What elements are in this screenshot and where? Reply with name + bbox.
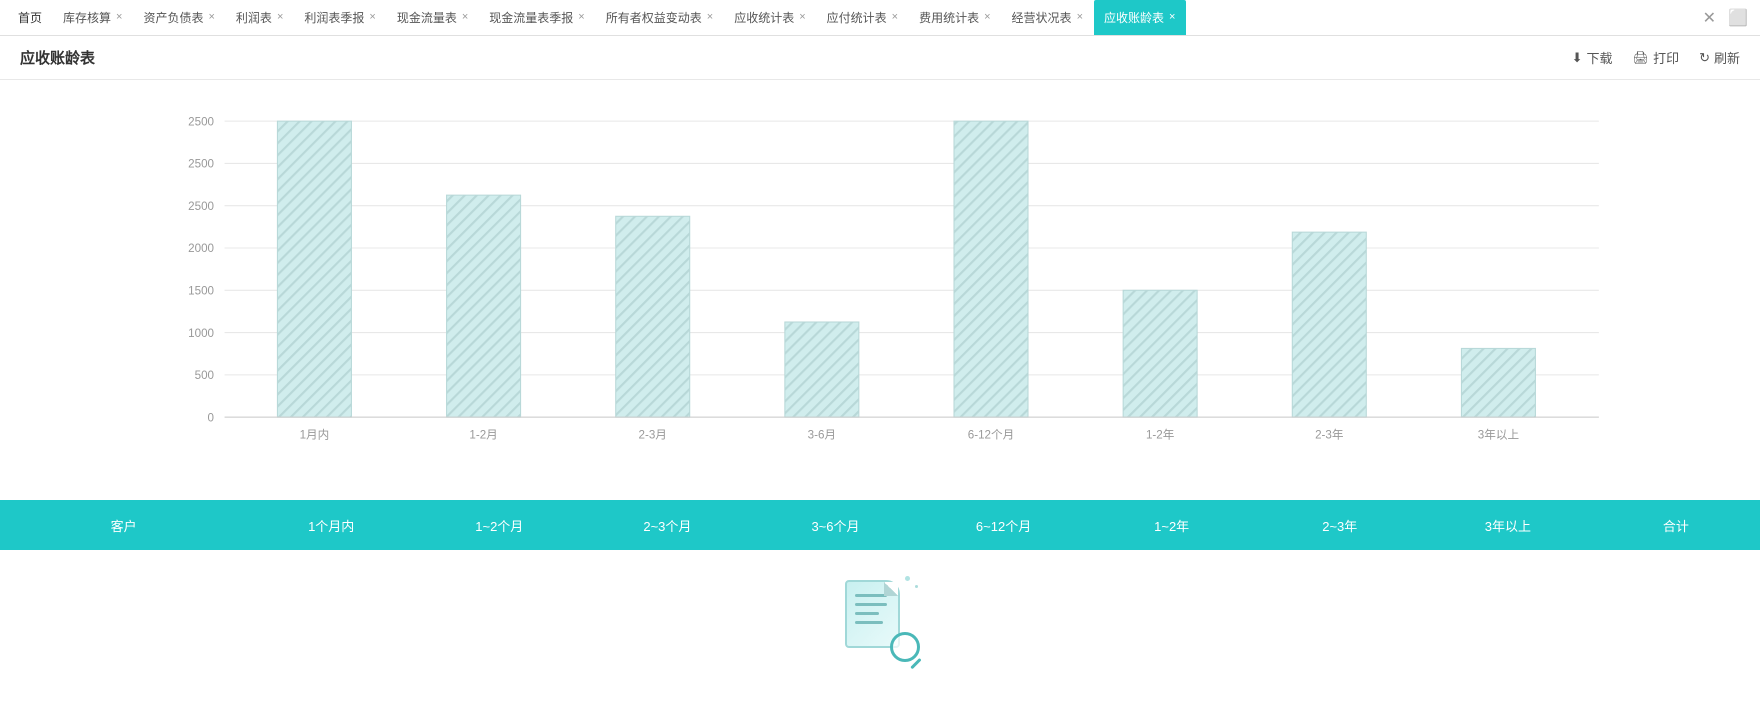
tab-label-equity: 所有者权益变动表: [606, 9, 702, 26]
svg-text:1-2年: 1-2年: [1146, 427, 1175, 441]
col-3to6month: 3~6个月: [751, 516, 919, 535]
tab-bar: 首页库存核算×资产负债表×利润表×利润表季报×现金流量表×现金流量表季报×所有者…: [0, 0, 1760, 36]
col-1to2year: 1~2年: [1088, 516, 1256, 535]
tab-label-operations: 经营状况表: [1012, 9, 1072, 26]
tab-cashflow-quarterly[interactable]: 现金流量表季报 ×: [479, 0, 595, 36]
tab-close-expense-stats[interactable]: ×: [984, 12, 990, 23]
download-label: 下载: [1587, 48, 1613, 67]
page-header: 应收账龄表 ⬇ 下载 🖨 打印 ↻ 刷新: [0, 36, 1760, 80]
tab-label-payable-stats: 应付统计表: [827, 9, 887, 26]
download-icon: ⬇: [1572, 50, 1583, 66]
svg-text:3-6月: 3-6月: [808, 428, 836, 441]
svg-text:2500: 2500: [188, 200, 214, 213]
tab-bar-actions: ✕ ⬜: [1699, 6, 1752, 30]
chart-area: 2500 2500 2500 2000 1500 1000 500 0: [0, 80, 1760, 500]
tab-label-aging: 应收账龄表: [1104, 9, 1164, 26]
print-label: 打印: [1653, 48, 1679, 67]
col-2to3month: 2~3个月: [583, 516, 751, 535]
svg-text:1-2月: 1-2月: [469, 428, 497, 441]
tab-label-profit-quarterly: 利润表季报: [304, 9, 364, 26]
svg-text:2500: 2500: [188, 158, 214, 171]
refresh-button[interactable]: ↻ 刷新: [1699, 48, 1740, 67]
tab-close-receivable-stats[interactable]: ×: [799, 12, 805, 23]
tab-close-cashflow[interactable]: ×: [462, 12, 468, 23]
svg-text:2000: 2000: [188, 242, 214, 255]
tab-receivable-stats[interactable]: 应收统计表 ×: [724, 0, 816, 36]
tab-profit-quarterly[interactable]: 利润表季报 ×: [294, 0, 386, 36]
header-actions: ⬇ 下载 🖨 打印 ↻ 刷新: [1572, 48, 1740, 67]
tab-label-balance: 资产负债表: [143, 9, 203, 26]
tab-label-cashflow-quarterly: 现金流量表季报: [489, 9, 573, 26]
tab-home[interactable]: 首页: [8, 0, 53, 36]
window-close-icon[interactable]: ✕: [1699, 6, 1720, 30]
table-header: 客户 1个月内 1~2个月 2~3个月 3~6个月 6~12个月 1~2年 2~…: [0, 500, 1760, 550]
magnify-circle: [890, 632, 920, 662]
svg-text:6-12个月: 6-12个月: [968, 428, 1014, 441]
tab-close-profit[interactable]: ×: [277, 12, 283, 23]
tab-operations[interactable]: 经营状况表 ×: [1002, 0, 1094, 36]
tab-label-cashflow: 现金流量表: [397, 9, 457, 26]
tab-payable-stats[interactable]: 应付统计表 ×: [817, 0, 909, 36]
main-content: 2500 2500 2500 2000 1500 1000 500 0: [0, 80, 1760, 720]
tab-label-receivable-stats: 应收统计表: [734, 9, 794, 26]
table-body: [0, 550, 1760, 700]
col-total: 合计: [1592, 516, 1760, 535]
tab-close-equity[interactable]: ×: [707, 12, 713, 23]
tab-close-operations[interactable]: ×: [1077, 12, 1083, 23]
aging-chart: 2500 2500 2500 2000 1500 1000 500 0: [40, 100, 1720, 470]
svg-text:2-3年: 2-3年: [1315, 427, 1344, 441]
window-maximize-icon[interactable]: ⬜: [1724, 6, 1752, 30]
tab-close-balance[interactable]: ×: [208, 12, 214, 23]
tab-cashflow[interactable]: 现金流量表 ×: [387, 0, 479, 36]
tab-label-home: 首页: [18, 9, 42, 26]
svg-text:1000: 1000: [188, 327, 214, 340]
tab-expense-stats[interactable]: 费用统计表 ×: [909, 0, 1001, 36]
svg-text:2-3月: 2-3月: [639, 428, 667, 441]
col-1to2month: 1~2个月: [415, 516, 583, 535]
empty-illustration: [840, 580, 920, 670]
tab-balance[interactable]: 资产负债表 ×: [133, 0, 225, 36]
tab-aging[interactable]: 应收账龄表 ×: [1094, 0, 1186, 36]
tab-profit[interactable]: 利润表 ×: [226, 0, 294, 36]
tab-close-aging[interactable]: ×: [1169, 12, 1175, 23]
print-icon: 🖨: [1633, 50, 1650, 66]
tab-close-cashflow-quarterly[interactable]: ×: [578, 12, 584, 23]
svg-text:2500: 2500: [188, 115, 214, 128]
empty-state: [840, 580, 920, 670]
tab-equity[interactable]: 所有者权益变动表 ×: [596, 0, 724, 36]
svg-text:500: 500: [195, 369, 214, 382]
refresh-icon: ↻: [1699, 50, 1710, 66]
page-title: 应收账龄表: [20, 47, 95, 68]
refresh-label: 刷新: [1714, 48, 1740, 67]
tab-close-payable-stats[interactable]: ×: [892, 12, 898, 23]
col-customer: 客户: [0, 516, 247, 535]
col-6to12month: 6~12个月: [920, 516, 1088, 535]
svg-text:1500: 1500: [188, 285, 214, 298]
tab-label-expense-stats: 费用统计表: [919, 9, 979, 26]
col-3yearplus: 3年以上: [1424, 516, 1592, 535]
svg-text:3年以上: 3年以上: [1478, 427, 1520, 441]
download-button[interactable]: ⬇ 下载: [1572, 48, 1613, 67]
svg-text:1月内: 1月内: [300, 427, 330, 441]
svg-text:0: 0: [208, 411, 214, 424]
tab-close-inventory[interactable]: ×: [116, 12, 122, 23]
tab-label-inventory: 库存核算: [63, 9, 111, 26]
col-1month: 1个月内: [247, 516, 415, 535]
tab-close-profit-quarterly[interactable]: ×: [369, 12, 375, 23]
col-2to3year: 2~3年: [1256, 516, 1424, 535]
tab-label-profit: 利润表: [236, 9, 272, 26]
print-button[interactable]: 🖨 打印: [1633, 48, 1680, 67]
tab-inventory[interactable]: 库存核算 ×: [53, 0, 133, 36]
